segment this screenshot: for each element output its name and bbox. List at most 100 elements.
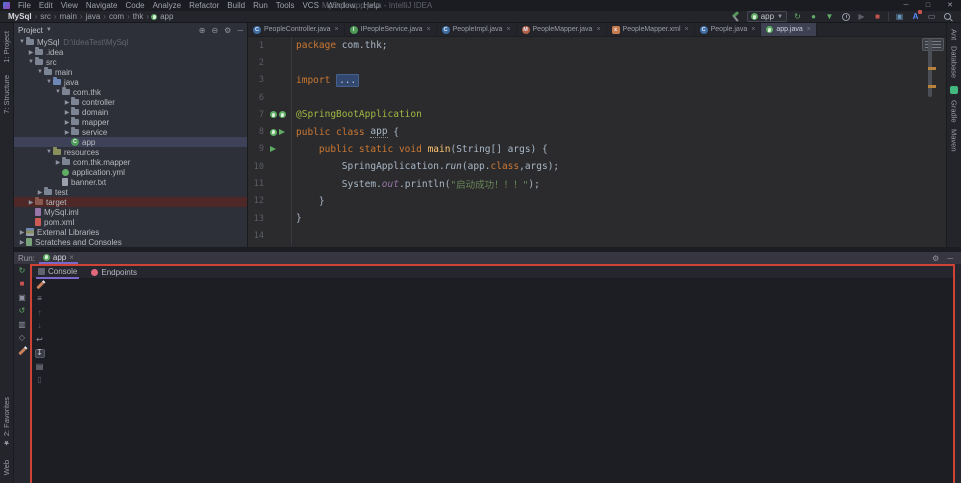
close-tab-icon[interactable]: × [69,253,74,262]
hide-icon[interactable]: ─ [237,26,243,35]
editor-tab-peoplecontroller-java[interactable]: C PeopleController.java × [248,23,345,36]
tree-item-external-libraries[interactable]: ▶ External Libraries [14,227,247,237]
hide-icon[interactable]: ─ [947,254,953,263]
close-button-icon[interactable]: ✕ [939,0,961,11]
tree-item-banner-txt[interactable]: banner.txt [14,177,247,187]
tree-open-arrow-icon[interactable]: ▼ [18,39,26,45]
warning-stripe-mark[interactable] [928,67,936,70]
edit-source-icon[interactable] [35,281,45,290]
tool-stripe-favorites[interactable]: ★ 2: Favorites [2,397,11,447]
tree-closed-arrow-icon[interactable]: ▶ [54,159,62,166]
tree-item-service[interactable]: ▶ service [14,127,247,137]
tree-item-pom-xml[interactable]: pom.xml [14,217,247,227]
clear-all-icon[interactable]: ▯ [35,376,45,385]
close-tab-icon[interactable]: × [807,26,811,33]
close-tab-icon[interactable]: × [506,26,510,33]
spring-bean-icon[interactable] [279,111,286,119]
menu-run[interactable]: Run [249,1,272,10]
run-tab-app[interactable]: app × [38,252,78,264]
tree-item-target[interactable]: ▶ target [14,197,247,207]
tree-item-scratches-and-consoles[interactable]: ▶ Scratches and Consoles [14,237,247,247]
tool-stripe-structure[interactable]: 7: Structure [2,75,11,114]
profiler-icon[interactable] [840,11,851,22]
tree-closed-arrow-icon[interactable]: ▶ [63,109,71,116]
tree-item-src[interactable]: ▼ src [14,57,247,67]
rerun-icon[interactable]: ↻ [792,11,803,22]
tree-open-arrow-icon[interactable]: ▼ [45,149,53,155]
tree-item-com-thk-mapper[interactable]: ▶ com.thk.mapper [14,157,247,167]
inspections-widget[interactable] [922,38,944,51]
settings-icon[interactable]: ⚙ [224,26,231,35]
breadcrumb-item-main[interactable]: main [58,12,79,21]
editor-tab-app-java[interactable]: app.java × [761,23,817,36]
up-stack-icon[interactable]: ↑ [35,308,45,317]
run-config-select[interactable]: app ▼ [746,11,787,22]
run-gutter-icon[interactable] [270,146,276,153]
update-classes-icon[interactable]: ↺ [17,307,27,316]
run-gutter-icon[interactable] [279,129,285,136]
menu-vcs[interactable]: VCS [298,1,322,10]
tool-stripe-maven[interactable]: Maven [950,129,959,152]
editor-tab-ipeopleservice-java[interactable]: I IPeopleService.java × [345,23,437,36]
tool-stripe-gradle[interactable]: Gradle [950,100,959,123]
breadcrumb-item-java[interactable]: java [84,12,103,21]
sort-icon[interactable]: ≡ [35,295,45,304]
tree-item-app[interactable]: Capp [14,137,247,147]
tool-stripe-ant[interactable]: Ant [950,29,959,40]
editor-tab-people-java[interactable]: C People.java × [695,23,762,36]
breadcrumb-item-app[interactable]: app [158,12,175,21]
debug-icon[interactable]: ● [808,11,819,22]
stop-icon[interactable]: ■ [872,11,883,22]
tool-stripe-web[interactable]: Web [2,460,11,475]
menu-refactor[interactable]: Refactor [185,1,223,10]
editor-area[interactable]: C PeopleController.java × I IPeopleService.j… [248,23,946,247]
editor-tab-peopleimpl-java[interactable]: C PeopleImpl.java × [437,23,517,36]
locate-icon[interactable]: ⊕ [199,26,206,35]
spring-bean-icon[interactable] [270,111,277,119]
breadcrumb-item-com[interactable]: com [107,12,126,21]
chevron-down-icon[interactable]: ▼ [46,27,52,33]
terminal-icon[interactable]: ▭ [926,11,937,22]
tree-closed-arrow-icon[interactable]: ▶ [27,199,35,206]
menu-file[interactable]: File [14,1,35,10]
tree-item-mysql[interactable]: ▼ MySql D:\IdeaTest\MySql [14,37,247,47]
editor-tab-peoplemapper-java[interactable]: M PeopleMapper.java × [517,23,607,36]
search-everywhere-icon[interactable] [942,11,953,22]
tree-closed-arrow-icon[interactable]: ▶ [63,119,71,126]
settings-icon[interactable]: ⚙ [932,254,939,263]
console-tab-console[interactable]: Console [36,266,80,279]
scroll-end-icon[interactable]: ↧ [34,348,45,358]
minimize-button-icon[interactable]: ─ [895,0,917,11]
tree-item-java[interactable]: ▼ java [14,77,247,87]
stop-icon[interactable]: ■ [17,280,27,289]
collapse-all-icon[interactable]: ⊖ [211,26,218,35]
tree-item-com-thk[interactable]: ▼ com.thk [14,87,247,97]
menu-tools[interactable]: Tools [272,1,299,10]
tree-item-resources[interactable]: ▼ resources [14,147,247,157]
tree-item-controller[interactable]: ▶ controller [14,97,247,107]
tool-stripe-project[interactable]: 1: Project [2,31,11,63]
tree-item-mysql-iml[interactable]: MySql.iml [14,207,247,217]
breadcrumb-item-mysql[interactable]: MySql [6,12,34,21]
console-tab-endpoints[interactable]: Endpoints [89,266,139,279]
menu-view[interactable]: View [57,1,82,10]
editor-tab-peoplemapper-xml[interactable]: x PeopleMapper.xml × [607,23,695,36]
restore-layout-icon[interactable]: ▥ [17,320,27,329]
tree-item-mapper[interactable]: ▶ mapper [14,117,247,127]
code-editor[interactable]: 1 package com.thk; 2 3 import ... 6 7 @SpringBo… [248,37,946,245]
close-tab-icon[interactable]: × [335,26,339,33]
close-tab-icon[interactable]: × [596,26,600,33]
tree-closed-arrow-icon[interactable]: ▶ [63,99,71,106]
warning-stripe-mark[interactable] [928,85,936,88]
tree-open-arrow-icon[interactable]: ▼ [36,69,44,75]
tree-item--idea[interactable]: ▶ .idea [14,47,247,57]
down-stack-icon[interactable]: ↓ [35,322,45,331]
coverage-icon[interactable]: ▼ [824,11,835,22]
plugin-icon[interactable]: ▣ [894,11,905,22]
tree-open-arrow-icon[interactable]: ▼ [45,79,53,85]
translate-icon[interactable]: A [910,10,922,22]
tree-open-arrow-icon[interactable]: ▼ [27,59,35,65]
menu-analyze[interactable]: Analyze [149,1,185,10]
tree-item-test[interactable]: ▶ test [14,187,247,197]
menu-build[interactable]: Build [223,1,249,10]
